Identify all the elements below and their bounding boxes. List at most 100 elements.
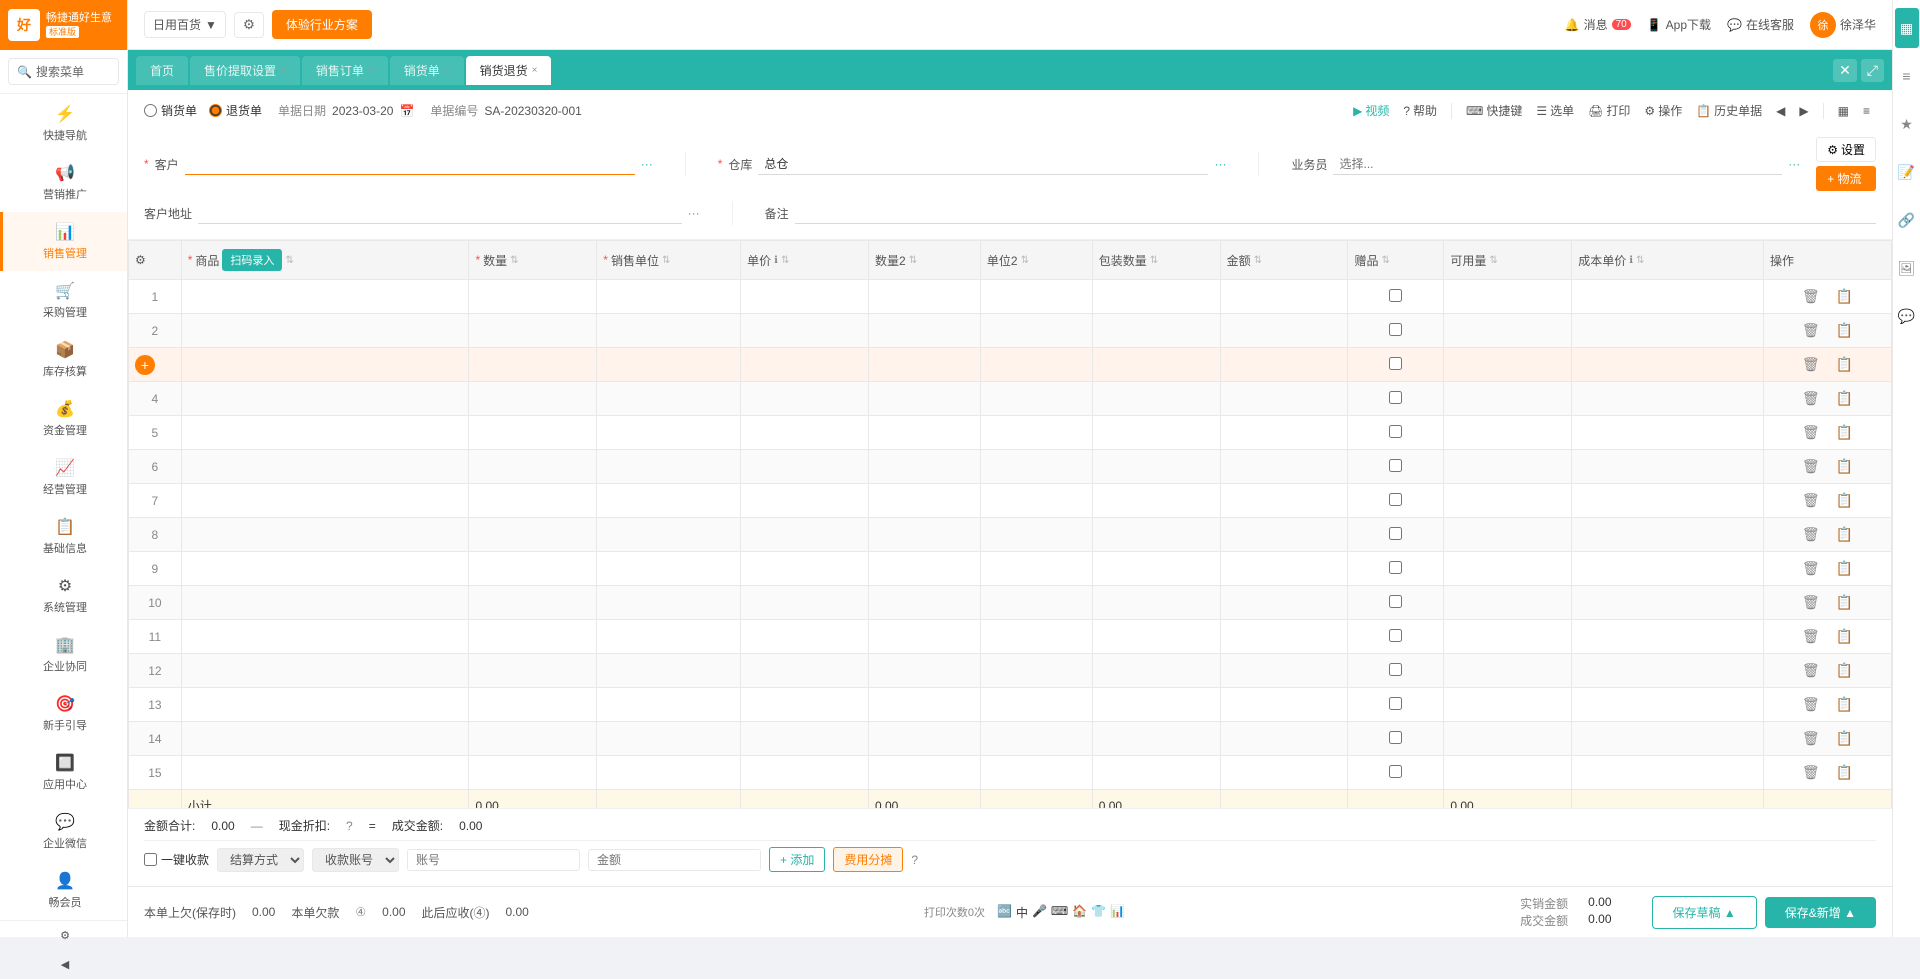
tab-close-sale-order[interactable]: × <box>368 65 374 76</box>
sidebar-item-basic[interactable]: 📋基础信息 <box>0 507 127 566</box>
account-number-input[interactable] <box>407 849 580 871</box>
copy-row-btn-15[interactable]: 📋 <box>1830 762 1859 783</box>
col-5-row-11[interactable] <box>1092 620 1220 654</box>
col-3-row-7[interactable] <box>869 484 981 518</box>
col-4-row-2[interactable] <box>980 314 1092 348</box>
copy-row-btn-9[interactable]: 📋 <box>1830 558 1859 579</box>
warehouse-more-btn[interactable]: ··· <box>1214 157 1226 171</box>
col-5-row-15[interactable] <box>1092 756 1220 790</box>
copy-row-btn-3[interactable]: 📋 <box>1830 354 1859 375</box>
next-record-btn[interactable]: ▶ <box>1793 102 1814 120</box>
col-8-row-2[interactable] <box>1444 314 1572 348</box>
online-service-button[interactable]: 💬 在线客服 <box>1727 16 1794 33</box>
col-5-row-4[interactable] <box>1092 382 1220 416</box>
col-3-row-11[interactable] <box>869 620 981 654</box>
pkgqty-sort-icon[interactable]: ⇅ <box>1150 255 1158 266</box>
col-2-row-10[interactable] <box>741 586 869 620</box>
col-0-row-15[interactable] <box>469 756 597 790</box>
col-4-row-3[interactable] <box>980 348 1092 382</box>
help-btn[interactable]: ? 帮助 <box>1397 100 1443 121</box>
right-panel-link-btn[interactable]: 🔗 <box>1895 200 1919 240</box>
product-cell-2[interactable] <box>181 314 469 348</box>
product-cell-13[interactable] <box>181 688 469 722</box>
cost-cell-15[interactable] <box>1572 756 1764 790</box>
delete-row-btn-13[interactable]: 🗑 <box>1796 694 1826 715</box>
cost-cell-12[interactable] <box>1572 654 1764 688</box>
col-3-row-14[interactable] <box>869 722 981 756</box>
settings-icon[interactable]: ⚙ <box>135 253 146 267</box>
col-8-row-6[interactable] <box>1444 450 1572 484</box>
delete-row-btn-3[interactable]: 🗑 <box>1796 354 1826 375</box>
gift-cell-14[interactable] <box>1348 722 1444 756</box>
app-download-button[interactable]: 📱 App下载 <box>1647 16 1711 33</box>
col-5-row-10[interactable] <box>1092 586 1220 620</box>
col-1-row-4[interactable] <box>597 382 741 416</box>
col-8-row-8[interactable] <box>1444 518 1572 552</box>
cost-cell-2[interactable] <box>1572 314 1764 348</box>
expense-split-btn[interactable]: 费用分摊 <box>833 847 903 872</box>
select-btn[interactable]: ☰ 选单 <box>1530 100 1580 121</box>
delete-row-btn-2[interactable]: 🗑 <box>1796 320 1826 341</box>
col-5-row-14[interactable] <box>1092 722 1220 756</box>
copy-row-btn-12[interactable]: 📋 <box>1830 660 1859 681</box>
col-8-row-4[interactable] <box>1444 382 1572 416</box>
expand-tab-button[interactable]: ⤢ <box>1861 59 1884 82</box>
delete-row-btn-4[interactable]: 🗑 <box>1796 388 1826 409</box>
col-4-row-6[interactable] <box>980 450 1092 484</box>
cost-cell-3[interactable] <box>1572 348 1764 382</box>
delete-row-btn-14[interactable]: 🗑 <box>1796 728 1826 749</box>
taskbar-icon-4[interactable]: ⌨ <box>1051 904 1068 921</box>
col-4-row-1[interactable] <box>980 280 1092 314</box>
col-6-row-2[interactable] <box>1220 314 1348 348</box>
delete-row-btn-9[interactable]: 🗑 <box>1796 558 1826 579</box>
col-2-row-4[interactable] <box>741 382 869 416</box>
expense-help-icon[interactable]: ? <box>911 853 918 867</box>
gift-cell-8[interactable] <box>1348 518 1444 552</box>
col-6-row-6[interactable] <box>1220 450 1348 484</box>
customer-more-btn[interactable]: ··· <box>641 157 653 171</box>
save-draft-button[interactable]: 保存草稿 ▲ <box>1652 896 1757 929</box>
copy-row-btn-2[interactable]: 📋 <box>1830 320 1859 341</box>
gift-cell-5[interactable] <box>1348 416 1444 450</box>
help-icon-footer[interactable]: ? <box>346 819 353 833</box>
tab-close-sale-price[interactable]: × <box>280 65 286 76</box>
qty2-sort-icon[interactable]: ⇅ <box>909 255 917 266</box>
col-4-row-10[interactable] <box>980 586 1092 620</box>
col-6-row-13[interactable] <box>1220 688 1348 722</box>
user-profile[interactable]: 徐 徐泽华 <box>1810 12 1876 38</box>
cost-cell-13[interactable] <box>1572 688 1764 722</box>
right-panel-list-btn[interactable]: ≡ <box>1895 56 1919 96</box>
unit-sort-icon[interactable]: ⇅ <box>662 255 670 266</box>
col-3-row-5[interactable] <box>869 416 981 450</box>
col-5-row-13[interactable] <box>1092 688 1220 722</box>
delete-row-btn-5[interactable]: 🗑 <box>1796 422 1826 443</box>
gift-cell-1[interactable] <box>1348 280 1444 314</box>
col-3-row-15[interactable] <box>869 756 981 790</box>
col-2-row-8[interactable] <box>741 518 869 552</box>
copy-row-btn-6[interactable]: 📋 <box>1830 456 1859 477</box>
product-cell-8[interactable] <box>181 518 469 552</box>
col-5-row-5[interactable] <box>1092 416 1220 450</box>
sidebar-item-member[interactable]: 👤畅会员 <box>0 861 127 920</box>
col-1-row-3[interactable] <box>597 348 741 382</box>
col-1-row-6[interactable] <box>597 450 741 484</box>
delete-row-btn-11[interactable]: 🗑 <box>1796 626 1826 647</box>
col-2-row-15[interactable] <box>741 756 869 790</box>
unit2-sort-icon[interactable]: ⇅ <box>1021 255 1029 266</box>
taskbar-icon-6[interactable]: 👕 <box>1091 904 1106 921</box>
col-8-row-7[interactable] <box>1444 484 1572 518</box>
qty-sort-icon[interactable]: ⇅ <box>510 255 518 266</box>
col-2-row-6[interactable] <box>741 450 869 484</box>
product-cell-15[interactable] <box>181 756 469 790</box>
sidebar-item-marketing[interactable]: 📢营销推广 <box>0 153 127 212</box>
col-8-row-14[interactable] <box>1444 722 1572 756</box>
product-cell-1[interactable] <box>181 280 469 314</box>
tab-home[interactable]: 首页 <box>136 56 188 85</box>
shortcut-btn[interactable]: ⌨ 快捷键 <box>1460 100 1528 121</box>
delete-row-btn-6[interactable]: 🗑 <box>1796 456 1826 477</box>
col-2-row-12[interactable] <box>741 654 869 688</box>
col-2-row-5[interactable] <box>741 416 869 450</box>
product-cell-14[interactable] <box>181 722 469 756</box>
setup-button[interactable]: ⚙ 设置 <box>1816 137 1876 162</box>
taskbar-icon-5[interactable]: 🏠 <box>1072 904 1087 921</box>
